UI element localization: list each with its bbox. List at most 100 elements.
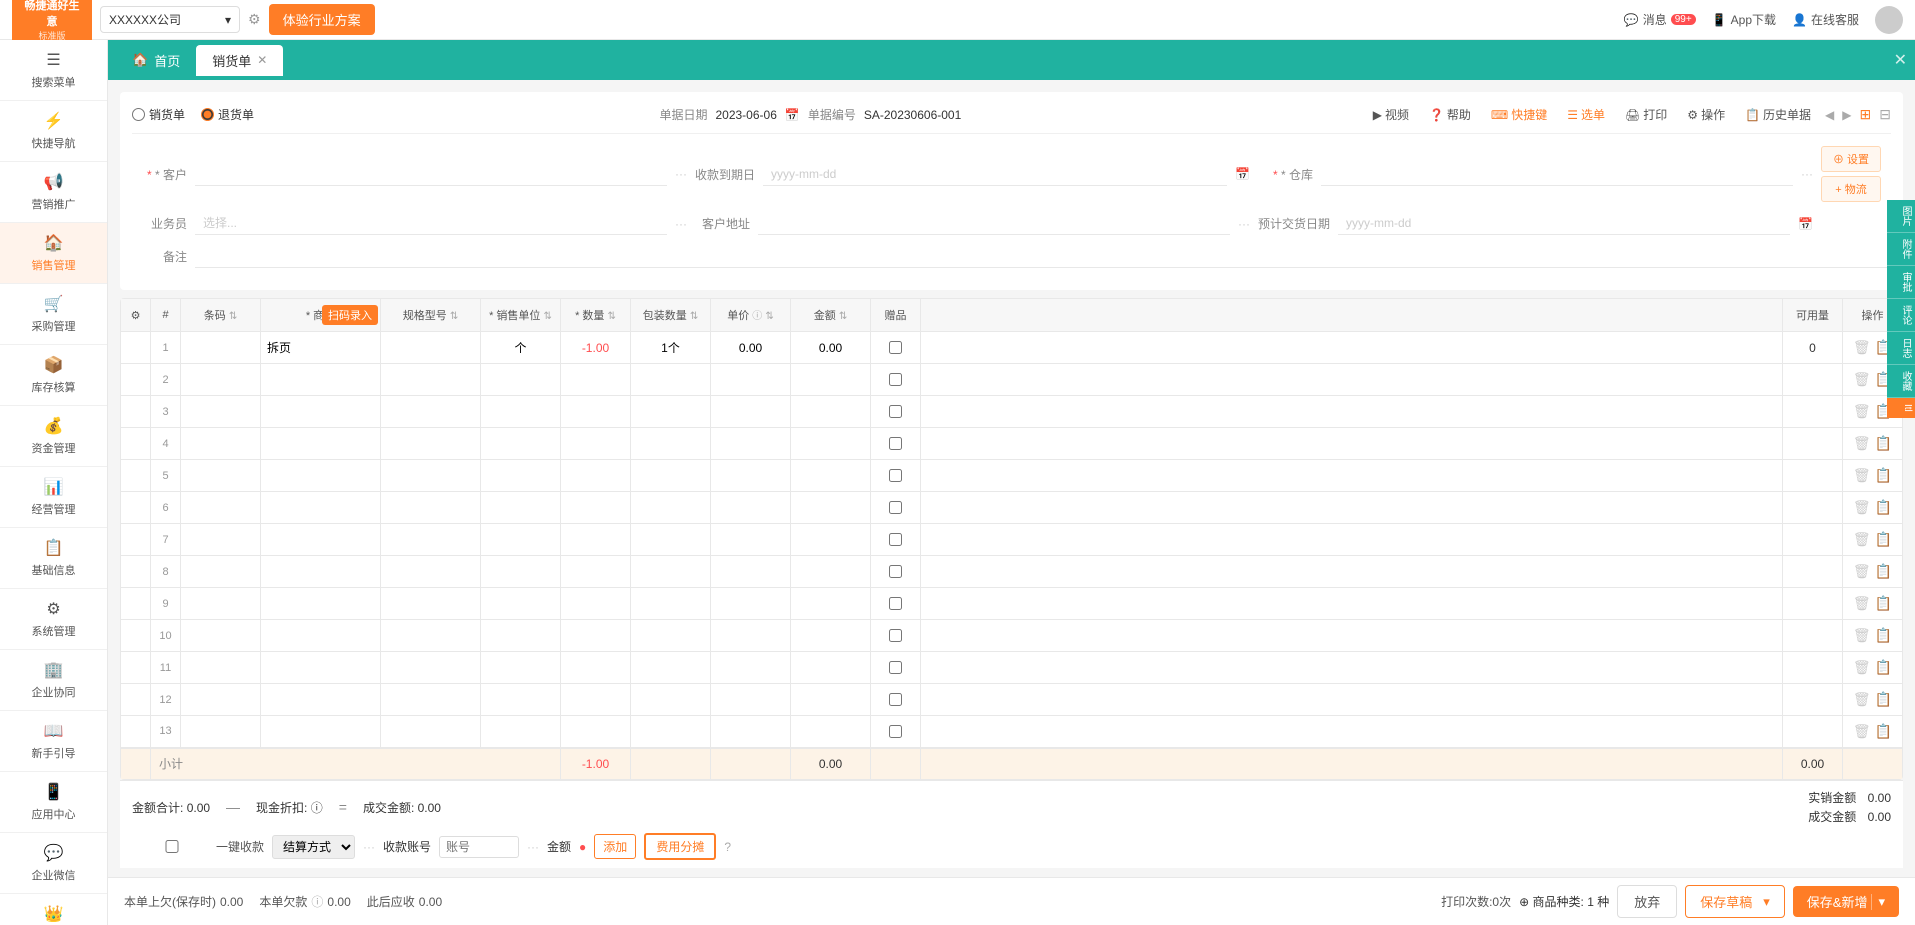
th-price-sort[interactable]: ⇅: [765, 311, 773, 322]
side-btn-orange[interactable]: Itl: [1887, 398, 1915, 418]
receipt-date-input[interactable]: [763, 163, 1227, 186]
cell-qty-1[interactable]: [561, 364, 631, 396]
tab-sales-order[interactable]: 销货单 ✕: [196, 45, 283, 76]
cell-barcode-1[interactable]: [181, 364, 261, 396]
th-pkgqty-sort[interactable]: ⇅: [690, 311, 698, 322]
owed-info-icon[interactable]: ⓘ: [311, 893, 323, 910]
sidebar-item-enterprise[interactable]: 🏢 企业协同: [0, 650, 107, 711]
cell-pkgqty-2[interactable]: [631, 396, 711, 428]
cell-spec-12[interactable]: [381, 716, 481, 748]
sidebar-item-member[interactable]: 👑 畅会员: [0, 894, 107, 925]
cell-barcode-3[interactable]: [181, 428, 261, 460]
cell-barcode-5[interactable]: [181, 492, 261, 524]
cell-price-6[interactable]: [711, 524, 791, 556]
sidebar-item-system[interactable]: ⚙ 系统管理: [0, 589, 107, 650]
cell-spec-8[interactable]: [381, 588, 481, 620]
cell-amount-3[interactable]: [791, 428, 871, 460]
print-btn[interactable]: 🖨 打印: [1619, 104, 1673, 125]
cash-discount-info-icon[interactable]: ⓘ: [311, 801, 323, 815]
cell-gift-10[interactable]: [871, 652, 921, 684]
cell-spec-4[interactable]: [381, 460, 481, 492]
nav-prev-icon[interactable]: ◀: [1825, 108, 1834, 122]
nav-next-icon[interactable]: ▶: [1842, 108, 1851, 122]
save-new-button[interactable]: 保存&新增 ▾: [1793, 886, 1899, 917]
cell-amount-2[interactable]: [791, 396, 871, 428]
cell-barcode-9[interactable]: [181, 620, 261, 652]
delete-icon-4[interactable]: 🗑: [1853, 467, 1871, 484]
cell-amount-4[interactable]: [791, 460, 871, 492]
sidebar-item-finance[interactable]: 💰 资金管理: [0, 406, 107, 467]
cell-price-5[interactable]: [711, 492, 791, 524]
cell-unit-7[interactable]: [481, 556, 561, 588]
sidebar-item-business[interactable]: 📊 经营管理: [0, 467, 107, 528]
cell-price-8[interactable]: [711, 588, 791, 620]
th-spec-sort[interactable]: ⇅: [450, 311, 458, 322]
cell-spec-5[interactable]: [381, 492, 481, 524]
cell-product-10[interactable]: [261, 652, 381, 684]
cell-gift-9[interactable]: [871, 620, 921, 652]
cell-gift-8[interactable]: [871, 588, 921, 620]
cell-qty-4[interactable]: [561, 460, 631, 492]
cell-unit-4[interactable]: [481, 460, 561, 492]
side-btn-attachment[interactable]: 附件: [1887, 233, 1915, 266]
calendar-icon[interactable]: 📅: [785, 108, 800, 122]
online-service-button[interactable]: 👤 在线客服: [1792, 11, 1859, 28]
operation-btn[interactable]: ⚙ 操作: [1681, 104, 1731, 125]
copy-icon-9[interactable]: 📋: [1875, 627, 1892, 644]
cell-gift-6[interactable]: [871, 524, 921, 556]
cell-price-0[interactable]: [711, 332, 791, 364]
receipt-calendar-icon[interactable]: 📅: [1235, 167, 1250, 181]
delete-icon-5[interactable]: 🗑: [1853, 499, 1871, 516]
sidebar-item-sales[interactable]: 🏠 销售管理: [0, 223, 107, 284]
cell-unit-0[interactable]: [481, 332, 561, 364]
cell-amount-10[interactable]: [791, 652, 871, 684]
grid-view-icon[interactable]: ⊞: [1860, 106, 1872, 123]
settings-button[interactable]: ⊕ 设置: [1821, 146, 1881, 172]
goods-type-icon[interactable]: ⊕: [1519, 895, 1529, 909]
copy-icon-3[interactable]: 📋: [1875, 435, 1892, 452]
settings-icon[interactable]: ⚙: [248, 11, 261, 28]
customer-input[interactable]: [195, 163, 667, 186]
select-btn[interactable]: ☰ 选单: [1561, 104, 1611, 125]
copy-icon-12[interactable]: 📋: [1875, 723, 1892, 740]
cell-qty-6[interactable]: [561, 524, 631, 556]
cell-unit-12[interactable]: [481, 716, 561, 748]
sidebar-item-app-center[interactable]: 📱 应用中心: [0, 772, 107, 833]
cell-price-1[interactable]: [711, 364, 791, 396]
scan-button[interactable]: 扫码录入: [322, 305, 378, 325]
cell-gift-5[interactable]: [871, 492, 921, 524]
cell-gift-0[interactable]: [871, 332, 921, 364]
cell-product-1[interactable]: [261, 364, 381, 396]
radio-return[interactable]: 退货单: [201, 106, 254, 123]
cell-amount-12[interactable]: [791, 716, 871, 748]
copy-icon-11[interactable]: 📋: [1875, 691, 1892, 708]
warehouse-input[interactable]: 建材仓: [1321, 163, 1793, 186]
abandon-button[interactable]: 放弃: [1617, 885, 1677, 918]
salesperson-suffix-icon[interactable]: ···: [675, 217, 687, 231]
cell-amount-6[interactable]: [791, 524, 871, 556]
copy-icon-4[interactable]: 📋: [1875, 467, 1892, 484]
cell-product-12[interactable]: [261, 716, 381, 748]
user-avatar[interactable]: [1875, 6, 1903, 34]
cell-barcode-10[interactable]: [181, 652, 261, 684]
cell-qty-3[interactable]: [561, 428, 631, 460]
logistics-button[interactable]: + 物流: [1821, 176, 1881, 202]
cell-gift-1[interactable]: [871, 364, 921, 396]
delete-icon-8[interactable]: 🗑: [1853, 595, 1871, 612]
sidebar-item-quick-nav[interactable]: ⚡ 快捷导航: [0, 101, 107, 162]
cell-price-10[interactable]: [711, 652, 791, 684]
tab-home[interactable]: 🏠 首页: [116, 45, 196, 76]
delete-icon-7[interactable]: 🗑: [1853, 563, 1871, 580]
cell-pkgqty-1[interactable]: [631, 364, 711, 396]
cell-unit-10[interactable]: [481, 652, 561, 684]
cell-product-2[interactable]: [261, 396, 381, 428]
cell-gift-3[interactable]: [871, 428, 921, 460]
cell-unit-3[interactable]: [481, 428, 561, 460]
cell-price-7[interactable]: [711, 556, 791, 588]
cell-pkgqty-0[interactable]: [631, 332, 711, 364]
cell-pkgqty-4[interactable]: [631, 460, 711, 492]
help-btn[interactable]: ❓ 帮助: [1423, 104, 1477, 125]
copy-icon-8[interactable]: 📋: [1875, 595, 1892, 612]
cell-barcode-6[interactable]: [181, 524, 261, 556]
cell-unit-6[interactable]: [481, 524, 561, 556]
